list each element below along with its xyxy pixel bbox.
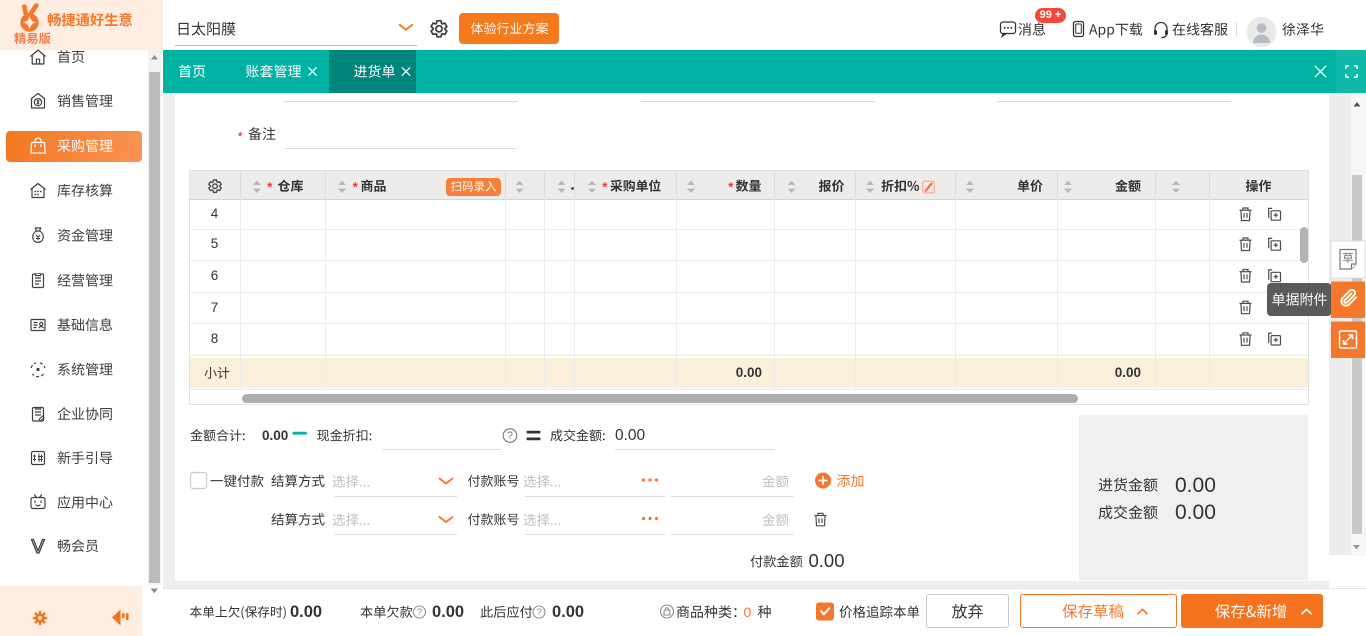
svg-text:?: ? <box>507 430 513 442</box>
svg-text:?: ? <box>536 607 541 618</box>
svg-text:?: ? <box>417 607 422 618</box>
